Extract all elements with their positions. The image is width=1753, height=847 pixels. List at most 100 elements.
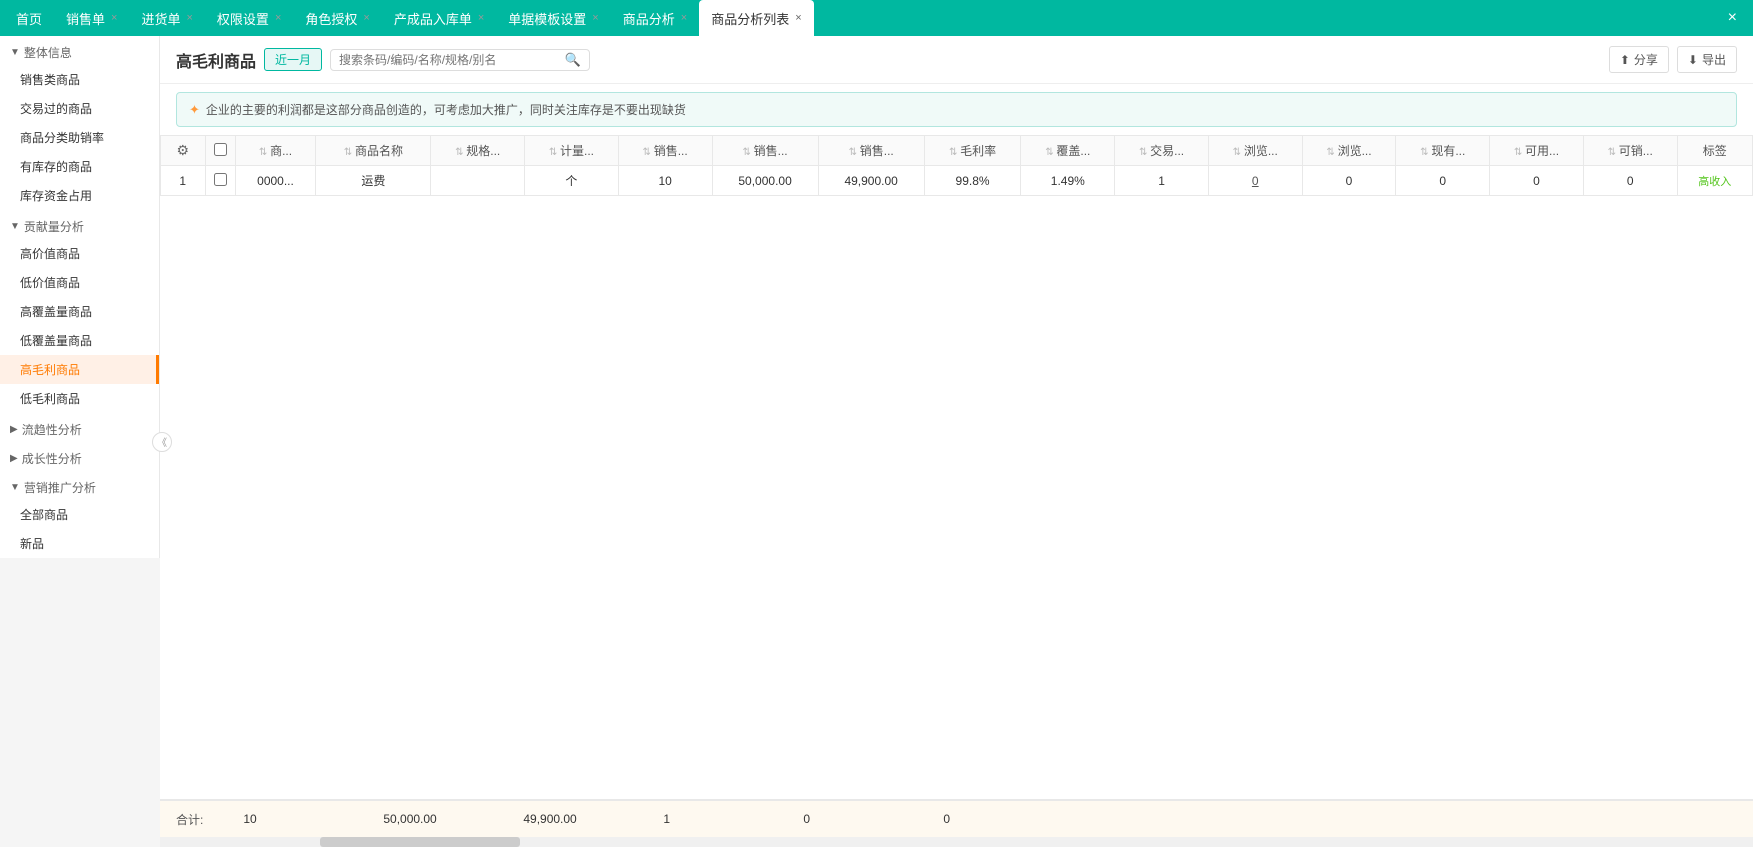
sidebar-item-sales-goods[interactable]: 销售类商品 — [0, 65, 159, 94]
sidebar-item-new-goods[interactable]: 新品 — [0, 529, 159, 558]
sidebar-item-high-value[interactable]: 高价值商品 — [0, 239, 159, 268]
sidebar-item-traded-goods[interactable]: 交易过的商品 — [0, 94, 159, 123]
total-sales-amount: 50,000.00 — [383, 812, 463, 826]
col-coverage[interactable]: 覆盖... — [1021, 136, 1115, 166]
col-tag: 标签 — [1677, 136, 1752, 166]
footer-total: 合计: 10 50,000.00 49,900.00 1 0 0 — [160, 799, 1753, 837]
sidebar-group-growth[interactable]: ▶ 成长性分析 — [0, 442, 159, 471]
search-icon[interactable]: 🔍 — [565, 52, 581, 68]
arrow-growth: ▶ — [10, 453, 18, 464]
arrow-marketing: ▼ — [10, 482, 20, 493]
export-icon: ⬇ — [1688, 53, 1698, 67]
col-sales-qty[interactable]: 销售... — [618, 136, 712, 166]
nav-close-sales[interactable]: × — [111, 12, 117, 24]
data-table: ⚙ 商... 商品名称 规格... 计量... 销售... 销售... 销售..… — [160, 135, 1753, 196]
table-body: 1 0000... 运费 个 10 50,000.00 49,900.00 99… — [161, 166, 1753, 196]
col-unit[interactable]: 计量... — [525, 136, 619, 166]
table-row: 1 0000... 运费 个 10 50,000.00 49,900.00 99… — [161, 166, 1753, 196]
table-wrapper: ⚙ 商... 商品名称 规格... 计量... 销售... 销售... 销售..… — [160, 135, 1753, 799]
share-button[interactable]: ⬆ 分享 — [1609, 46, 1669, 73]
sidebar-collapse-btn[interactable]: 《 — [152, 432, 172, 452]
sidebar-item-low-margin[interactable]: 低毛利商品 — [0, 384, 159, 413]
col-available[interactable]: 可用... — [1490, 136, 1584, 166]
row-transaction: 1 — [1115, 166, 1209, 196]
col-sales-amount[interactable]: 销售... — [712, 136, 818, 166]
col-gross-rate[interactable]: 毛利率 — [924, 136, 1021, 166]
select-all-checkbox[interactable] — [214, 143, 227, 156]
row-browse1[interactable]: 0 — [1208, 166, 1302, 196]
top-nav: 首页 销售单 × 进货单 × 权限设置 × 角色授权 × 产成品入库单 × 单据… — [0, 0, 1753, 36]
col-browse2[interactable]: 浏览... — [1302, 136, 1396, 166]
nav-close-goods-analysis-list[interactable]: × — [795, 12, 801, 24]
nav-close-permission[interactable]: × — [275, 12, 281, 24]
col-spec[interactable]: 规格... — [431, 136, 525, 166]
col-name[interactable]: 商品名称 — [316, 136, 431, 166]
share-icon: ⬆ — [1620, 53, 1630, 67]
col-transaction[interactable]: 交易... — [1115, 136, 1209, 166]
sidebar-item-category-rate[interactable]: 商品分类助销率 — [0, 123, 159, 152]
total-sellable: 0 — [943, 812, 1023, 826]
nav-close-goods-analysis[interactable]: × — [681, 12, 687, 24]
sidebar-item-all-goods[interactable]: 全部商品 — [0, 500, 159, 529]
nav-close-purchase[interactable]: × — [186, 12, 192, 24]
col-browse1[interactable]: 浏览... — [1208, 136, 1302, 166]
sidebar-item-stock-fund[interactable]: 库存资金占用 — [0, 181, 159, 210]
sidebar-group-overall[interactable]: ▼ 整体信息 — [0, 36, 159, 65]
arrow-trend: ▶ — [10, 424, 18, 435]
row-sales-qty: 10 — [618, 166, 712, 196]
total-label: 合计: — [176, 811, 203, 828]
nav-home[interactable]: 首页 — [4, 0, 54, 36]
col-checkbox[interactable] — [205, 136, 235, 166]
nav-close-template[interactable]: × — [592, 12, 598, 24]
sidebar-item-high-margin[interactable]: 高毛利商品 — [0, 355, 159, 384]
tip-icon: ✦ — [189, 102, 200, 118]
row-coverage: 1.49% — [1021, 166, 1115, 196]
sidebar-item-low-coverage[interactable]: 低覆盖量商品 — [0, 326, 159, 355]
total-sales-qty: 10 — [243, 812, 323, 826]
search-box: 🔍 — [330, 49, 590, 71]
nav-close-product-inbound[interactable]: × — [478, 12, 484, 24]
bottom-scrollbar-thumb[interactable] — [320, 837, 520, 847]
export-button[interactable]: ⬇ 导出 — [1677, 46, 1737, 73]
arrow-overall: ▼ — [10, 47, 20, 58]
sidebar-group-trend[interactable]: ▶ 流趋性分析 — [0, 413, 159, 442]
row-tag: 高收入 — [1677, 166, 1752, 196]
total-current-stock: 0 — [803, 812, 883, 826]
sidebar-wrapper: ▼ 整体信息 销售类商品 交易过的商品 商品分类助销率 有库存的商品 库存资金占… — [0, 36, 160, 847]
sidebar-item-high-coverage[interactable]: 高覆盖量商品 — [0, 297, 159, 326]
col-current-stock[interactable]: 现有... — [1396, 136, 1490, 166]
col-settings[interactable]: ⚙ — [161, 136, 206, 166]
col-sales-cost[interactable]: 销售... — [818, 136, 924, 166]
info-bar: ✦ 企业的主要的利润都是这部分商品创造的，可考虑加大推广，同时关注库存是不要出现… — [176, 92, 1737, 127]
sidebar-item-low-value[interactable]: 低价值商品 — [0, 268, 159, 297]
sidebar-group-contribution[interactable]: ▼ 贡献量分析 — [0, 210, 159, 239]
main-layout: ▼ 整体信息 销售类商品 交易过的商品 商品分类助销率 有库存的商品 库存资金占… — [0, 36, 1753, 847]
nav-purchase[interactable]: 进货单 × — [129, 0, 204, 36]
window-close-button[interactable]: × — [1716, 9, 1749, 27]
col-sellable[interactable]: 可销... — [1583, 136, 1677, 166]
row-checkbox[interactable] — [205, 166, 235, 196]
sidebar-group-marketing[interactable]: ▼ 营销推广分析 — [0, 471, 159, 500]
info-tip-text: 企业的主要的利润都是这部分商品创造的，可考虑加大推广，同时关注库存是不要出现缺货 — [206, 101, 686, 118]
nav-close-role[interactable]: × — [363, 12, 369, 24]
nav-permission[interactable]: 权限设置 × — [205, 0, 293, 36]
bottom-scrollbar[interactable] — [160, 837, 1753, 847]
nav-sales[interactable]: 销售单 × — [54, 0, 129, 36]
arrow-contribution: ▼ — [10, 221, 20, 232]
nav-goods-analysis[interactable]: 商品分析 × — [611, 0, 699, 36]
content-title: 高毛利商品 — [176, 48, 256, 72]
search-input[interactable] — [339, 53, 565, 67]
row-available: 0 — [1490, 166, 1584, 196]
nav-template[interactable]: 单据模板设置 × — [496, 0, 610, 36]
sidebar-item-in-stock[interactable]: 有库存的商品 — [0, 152, 159, 181]
nav-goods-analysis-list[interactable]: 商品分析列表 × — [699, 0, 813, 36]
time-filter-recent-month[interactable]: 近一月 — [264, 48, 322, 71]
row-gross-rate: 99.8% — [924, 166, 1021, 196]
row-code: 0000... — [235, 166, 316, 196]
col-code[interactable]: 商... — [235, 136, 316, 166]
nav-product-inbound[interactable]: 产成品入库单 × — [382, 0, 496, 36]
content-header: 高毛利商品 近一月 🔍 ⬆ 分享 ⬇ 导出 — [160, 36, 1753, 84]
content-area: 高毛利商品 近一月 🔍 ⬆ 分享 ⬇ 导出 ✦ 企业的主要的利润都是这部分商品创… — [160, 36, 1753, 847]
nav-role[interactable]: 角色授权 × — [293, 0, 381, 36]
settings-icon[interactable]: ⚙ — [176, 142, 189, 158]
